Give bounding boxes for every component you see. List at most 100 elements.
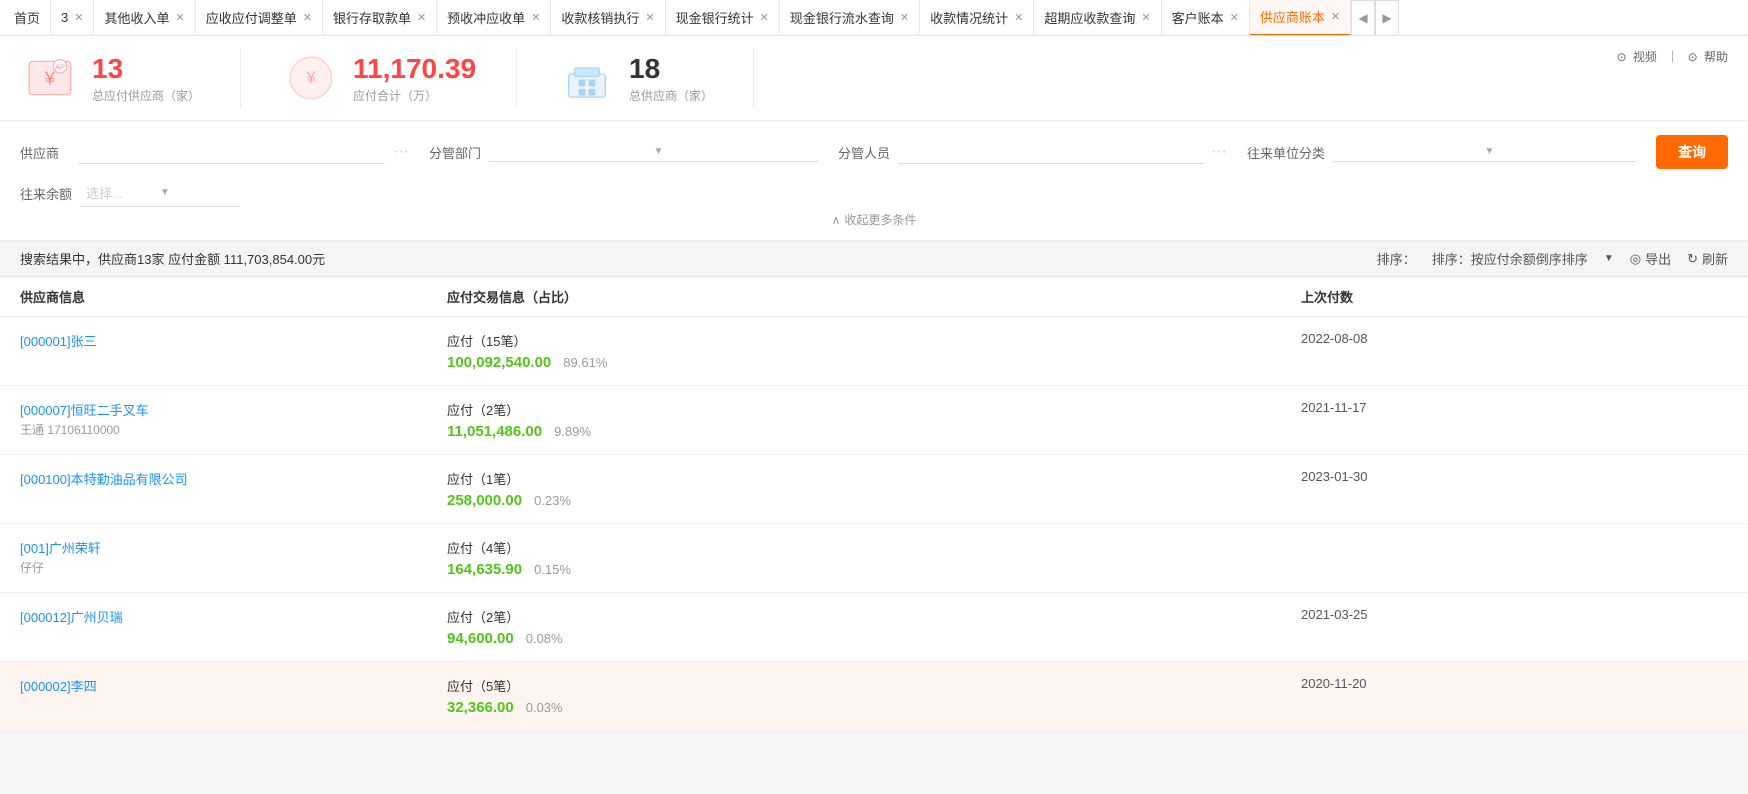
person-input[interactable] [898,140,1203,164]
nav-tab-customer-book-close[interactable]: ✕ [1230,11,1239,24]
tx-amount[interactable]: 94,600.00 [447,630,514,647]
supplier-col: [000001]张三 [20,331,447,350]
category-label: 往来单位分类 [1247,143,1325,162]
stat-info-total-suppliers: 18 总供应商（家） [629,52,713,105]
stat-block-total-suppliers: 18 总供应商（家） [557,48,754,108]
last-pay-value: 2022-08-08 [1301,331,1368,346]
nav-tab-ar-ap-adjust-label: 应收应付调整单 [206,8,297,27]
category-select[interactable]: ▼ [1333,142,1636,162]
balance-label: 往来余额 [20,184,72,203]
collapse-button[interactable]: ∧ 收起更多条件 [20,207,1728,232]
dept-dropdown-icon: ▼ [654,146,813,157]
tx-amount[interactable]: 164,635.90 [447,561,522,578]
dept-select[interactable]: ▼ [489,142,818,162]
supplier-link[interactable]: [000100]本特勤油品有限公司 [20,472,188,487]
nav-tab-overdue-ar-label: 超期应收款查询 [1044,8,1135,27]
export-button[interactable]: ◎ 导出 [1630,249,1671,268]
tx-label: 应付（15笔） [447,331,1301,350]
supplier-label: 供应商 [20,143,70,162]
person-label: 分管人员 [838,143,890,162]
supplier-link[interactable]: [001]广州荣轩 [20,541,101,556]
tx-label: 应付（4笔） [447,538,1301,557]
balance-select-value: 选择... [86,183,160,202]
video-link[interactable]: 视频 [1633,50,1657,64]
supplier-dots[interactable]: ··· [393,143,409,161]
refresh-button[interactable]: ↻ 刷新 [1687,249,1728,268]
svg-text:AP: AP [55,63,65,72]
tx-amount-row: 94,600.00 0.08% [447,630,1301,647]
tx-amount[interactable]: 11,051,486.00 [447,423,542,440]
nav-tab-overdue-ar[interactable]: 超期应收款查询 ✕ [1034,0,1161,36]
supplier-link[interactable]: [000012]广州贝瑞 [20,610,123,625]
result-bar: 搜索结果中，供应商13家 应付金额 111,703,854.00元 排序： 排序… [0,241,1748,277]
collapse-up-icon: ∧ [832,213,841,227]
sort-label: 排序： [1377,249,1416,268]
supplier-col: [000002]李四 [20,676,447,695]
tx-label: 应付（2笔） [447,607,1301,626]
supplier-col: [000007]恒旺二手叉车王通 17106110000 [20,400,447,438]
nav-tab-bank-deposit-label: 银行存取款单 [333,8,411,27]
nav-tab-3-close[interactable]: ✕ [74,11,83,24]
nav-tab-cash-bank-flow[interactable]: 现金银行流水查询 ✕ [780,0,920,36]
nav-tab-3[interactable]: 3 ✕ [51,0,94,36]
tx-col: 应付（5笔）32,366.000.03% [447,676,1301,716]
help-link[interactable]: 帮助 [1704,50,1728,64]
nav-tab-supplier-book-close[interactable]: ✕ [1331,10,1340,23]
nav-tab-ar-ap-adjust-close[interactable]: ✕ [303,11,312,24]
supplier-link[interactable]: [000001]张三 [20,334,97,349]
tx-amount[interactable]: 32,366.00 [447,699,514,716]
result-summary: 搜索结果中，供应商13家 应付金额 111,703,854.00元 [20,249,325,268]
nav-tab-receive-stat-label: 收款情况统计 [930,8,1008,27]
nav-arrow-right[interactable]: ▶ [1375,0,1399,36]
nav-tab-ar-ap-adjust[interactable]: 应收应付调整单 ✕ [196,0,323,36]
stat-block-ap-amount: ¥ 11,170.39 应付合计（万） [281,48,517,108]
tx-label: 应付（5笔） [447,676,1301,695]
nav-tab-pre-receive[interactable]: 预收冲应收单 ✕ [437,0,551,36]
tx-percent: 0.08% [526,631,563,646]
balance-select[interactable]: 选择... ▼ [80,179,240,207]
nav-tab-receive-stat-close[interactable]: ✕ [1014,11,1023,24]
nav-tab-cash-bank-stat-close[interactable]: ✕ [760,11,769,24]
balance-dropdown-icon: ▼ [160,187,234,198]
sort-link[interactable]: 排序：按应付余额倒序排序 [1432,249,1588,268]
tx-amount[interactable]: 258,000.00 [447,492,522,509]
nav-tab-bank-deposit[interactable]: 银行存取款单 ✕ [323,0,437,36]
nav-tab-receive-stat[interactable]: 收款情况统计 ✕ [920,0,1034,36]
tx-amount-row: 100,092,540.0089.61% [447,354,1301,371]
dept-field: 分管部门 ▼ [429,142,818,162]
tx-percent: 0.15% [534,562,571,577]
nav-tab-other-income[interactable]: 其他收入单 ✕ [94,0,195,36]
stat-info-ap-suppliers: 13 总应付供应商（家） [92,52,200,105]
last-pay-col: 2022-08-08 [1301,331,1728,346]
category-field: 往来单位分类 ▼ [1247,142,1636,162]
nav-tab-supplier-book[interactable]: 供应商账本 ✕ [1250,0,1351,36]
sort-dropdown-icon[interactable]: ▼ [1604,253,1614,264]
nav-tab-customer-book[interactable]: 客户账本 ✕ [1162,0,1250,36]
search-button[interactable]: 查询 [1656,135,1728,169]
person-dots[interactable]: ··· [1211,143,1227,161]
refresh-label: 刷新 [1702,249,1728,268]
nav-tab-cash-bank-flow-close[interactable]: ✕ [900,11,909,24]
supplier-input[interactable] [78,140,385,164]
supplier-link[interactable]: [000007]恒旺二手叉车 [20,403,149,418]
nav-tab-receive-verify[interactable]: 收款核销执行 ✕ [551,0,665,36]
table-header: 供应商信息 应付交易信息（占比） 上次付数 [0,277,1748,317]
nav-tab-bank-deposit-close[interactable]: ✕ [417,11,426,24]
table-row: [000007]恒旺二手叉车王通 17106110000应付（2笔）11,051… [0,386,1748,455]
nav-tab-overdue-ar-close[interactable]: ✕ [1141,11,1150,24]
nav-tab-cash-bank-stat[interactable]: 现金银行统计 ✕ [666,0,780,36]
nav-tab-receive-verify-close[interactable]: ✕ [645,11,654,24]
nav-tab-home-label: 首页 [14,8,40,27]
stat-label-total-suppliers: 总供应商（家） [629,87,713,104]
total-suppliers-icon [557,48,617,108]
nav-arrow-left[interactable]: ◀ [1351,0,1375,36]
nav-tab-home[interactable]: 首页 [4,0,51,36]
top-navigation: 首页 3 ✕ 其他收入单 ✕ 应收应付调整单 ✕ 银行存取款单 ✕ 预收冲应收单… [0,0,1748,36]
supplier-link[interactable]: [000002]李四 [20,679,97,694]
collapse-label: 收起更多条件 [844,211,916,228]
nav-tab-customer-book-label: 客户账本 [1172,8,1224,27]
table-body: [000001]张三 应付（15笔） 100,092,540.0089.61%202… [0,317,1748,731]
nav-tab-other-income-close[interactable]: ✕ [175,11,184,24]
nav-tab-pre-receive-close[interactable]: ✕ [531,11,540,24]
tx-amount[interactable]: 100,092,540.00 [447,354,551,371]
